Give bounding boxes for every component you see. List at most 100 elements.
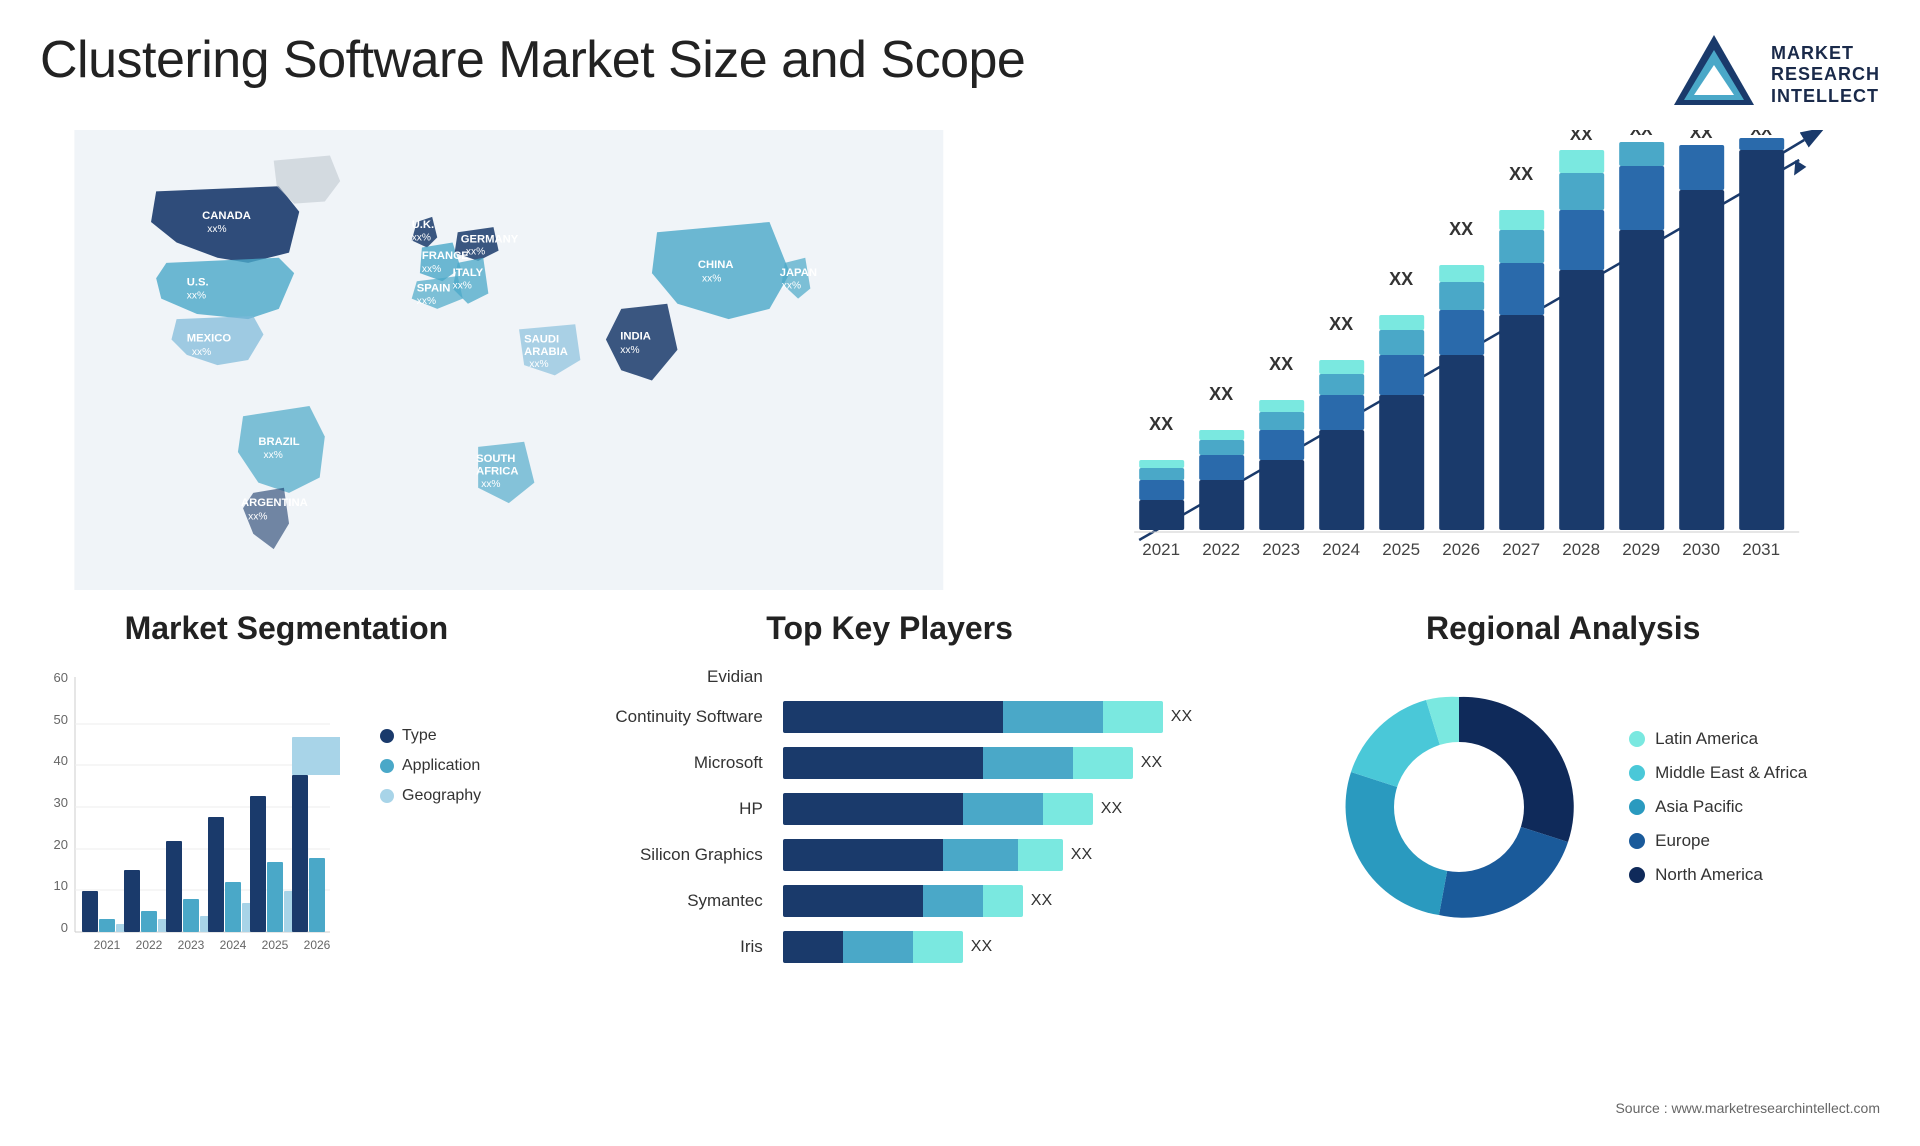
legend-dot-geography [380,789,394,803]
player-bar-continuity: XX [783,701,1207,733]
svg-text:XX: XX [1689,130,1712,142]
regional-legend: Latin America Middle East & Africa Asia … [1629,729,1807,885]
logo-area: MARKET RESEARCH INTELLECT [1669,30,1880,120]
regional-title: Regional Analysis [1246,610,1880,647]
legend-middle-east: Middle East & Africa [1629,763,1807,783]
svg-text:GERMANY: GERMANY [461,233,519,245]
svg-text:SAUDI: SAUDI [524,334,559,346]
svg-text:U.S.: U.S. [187,276,209,288]
svg-text:2028: 2028 [1562,540,1600,559]
svg-text:50: 50 [54,712,68,727]
svg-text:2029: 2029 [1622,540,1660,559]
svg-text:0: 0 [61,920,68,935]
svg-text:2025: 2025 [1382,540,1420,559]
svg-text:60: 60 [54,670,68,685]
segmentation-section: Market Segmentation 60 50 40 30 20 10 0 [40,610,533,1100]
svg-text:xx%: xx% [620,345,639,356]
svg-text:2021: 2021 [1142,540,1180,559]
player-bar-symantec: XX [783,885,1207,917]
legend-latin-america: Latin America [1629,729,1807,749]
regional-content: Latin America Middle East & Africa Asia … [1246,667,1880,947]
svg-text:XX: XX [1569,130,1592,144]
svg-text:2022: 2022 [136,938,163,952]
legend-dot-type [380,729,394,743]
player-row-silicon: Silicon Graphics XX [573,839,1207,871]
svg-text:xx%: xx% [453,280,472,291]
svg-text:ITALY: ITALY [453,267,484,279]
svg-text:INDIA: INDIA [620,331,651,343]
player-name-evidian: Evidian [573,667,773,687]
svg-text:2027: 2027 [1502,540,1540,559]
svg-text:ARABIA: ARABIA [524,346,568,358]
svg-text:2023: 2023 [178,938,205,952]
page-header: Clustering Software Market Size and Scop… [0,0,1920,130]
svg-text:xx%: xx% [702,273,721,284]
players-list: Evidian Continuity Software XX Mi [573,667,1207,963]
svg-text:20: 20 [54,837,68,852]
svg-text:AFRICA: AFRICA [476,465,518,477]
segmentation-chart: 60 50 40 30 20 10 0 [40,667,340,977]
player-row-microsoft: Microsoft XX [573,747,1207,779]
svg-text:2021: 2021 [94,938,121,952]
svg-text:FRANCE: FRANCE [422,250,469,262]
player-row-symantec: Symantec XX [573,885,1207,917]
dot-asia-pacific [1629,799,1645,815]
legend-europe: Europe [1629,831,1807,851]
svg-text:xx%: xx% [192,347,211,358]
segmentation-legend: Type Application Geography [380,727,481,805]
svg-text:XX: XX [1269,354,1293,374]
player-bar-silicon: XX [783,839,1207,871]
growth-bar-chart: XX XX XX XX XX [1028,130,1880,590]
svg-text:2025: 2025 [262,938,289,952]
svg-text:SPAIN: SPAIN [417,283,451,295]
svg-text:xx%: xx% [207,224,226,235]
svg-text:2024: 2024 [1322,540,1360,559]
legend-dot-application [380,759,394,773]
svg-text:XX: XX [1750,130,1772,139]
key-players-section: Top Key Players Evidian Continuity Softw… [573,610,1207,1100]
svg-text:BRAZIL: BRAZIL [258,436,299,448]
svg-text:xx%: xx% [263,450,282,461]
key-players-title: Top Key Players [573,610,1207,647]
svg-text:XX: XX [1209,384,1233,404]
segmentation-title: Market Segmentation [40,610,533,647]
svg-text:U.K.: U.K. [412,219,434,231]
player-name-silicon: Silicon Graphics [573,845,773,865]
svg-text:2022: 2022 [1202,540,1240,559]
world-map-svg: CANADA xx% U.S. xx% MEXICO xx% BRAZIL xx… [40,130,978,590]
page-title: Clustering Software Market Size and Scop… [40,30,1025,90]
player-bar-microsoft: XX [783,747,1207,779]
svg-text:xx%: xx% [412,232,431,243]
top-content: CANADA xx% U.S. xx% MEXICO xx% BRAZIL xx… [0,130,1920,590]
svg-text:xx%: xx% [481,479,500,490]
svg-text:2031: 2031 [1742,540,1780,559]
source-text: Source : www.marketresearchintellect.com [0,1100,1920,1116]
svg-text:10: 10 [54,878,68,893]
svg-text:MEXICO: MEXICO [187,333,232,345]
svg-text:XX: XX [1149,414,1173,434]
dot-europe [1629,833,1645,849]
legend-application: Application [380,757,481,775]
dot-latin-america [1629,731,1645,747]
player-name-symantec: Symantec [573,891,773,911]
svg-text:XX: XX [1449,219,1473,239]
player-bar-hp: XX [783,793,1207,825]
legend-type: Type [380,727,481,745]
donut-chart [1319,667,1599,947]
svg-text:2026: 2026 [1442,540,1480,559]
dot-middle-east [1629,765,1645,781]
logo-icon [1669,30,1759,120]
player-bar-iris: XX [783,931,1207,963]
svg-text:ARGENTINA: ARGENTINA [241,497,308,509]
legend-north-america: North America [1629,865,1807,885]
growth-chart-section: XX XX XX XX XX [1008,130,1880,590]
player-row-continuity: Continuity Software XX [573,701,1207,733]
world-map-section: CANADA xx% U.S. xx% MEXICO xx% BRAZIL xx… [40,130,978,590]
bottom-content: Market Segmentation 60 50 40 30 20 10 0 [0,590,1920,1110]
player-name-hp: HP [573,799,773,819]
svg-text:xx%: xx% [187,291,206,302]
svg-text:SOUTH: SOUTH [476,453,515,465]
svg-text:xx%: xx% [248,511,267,522]
player-row-evidian: Evidian [573,667,1207,687]
player-name-microsoft: Microsoft [573,753,773,773]
